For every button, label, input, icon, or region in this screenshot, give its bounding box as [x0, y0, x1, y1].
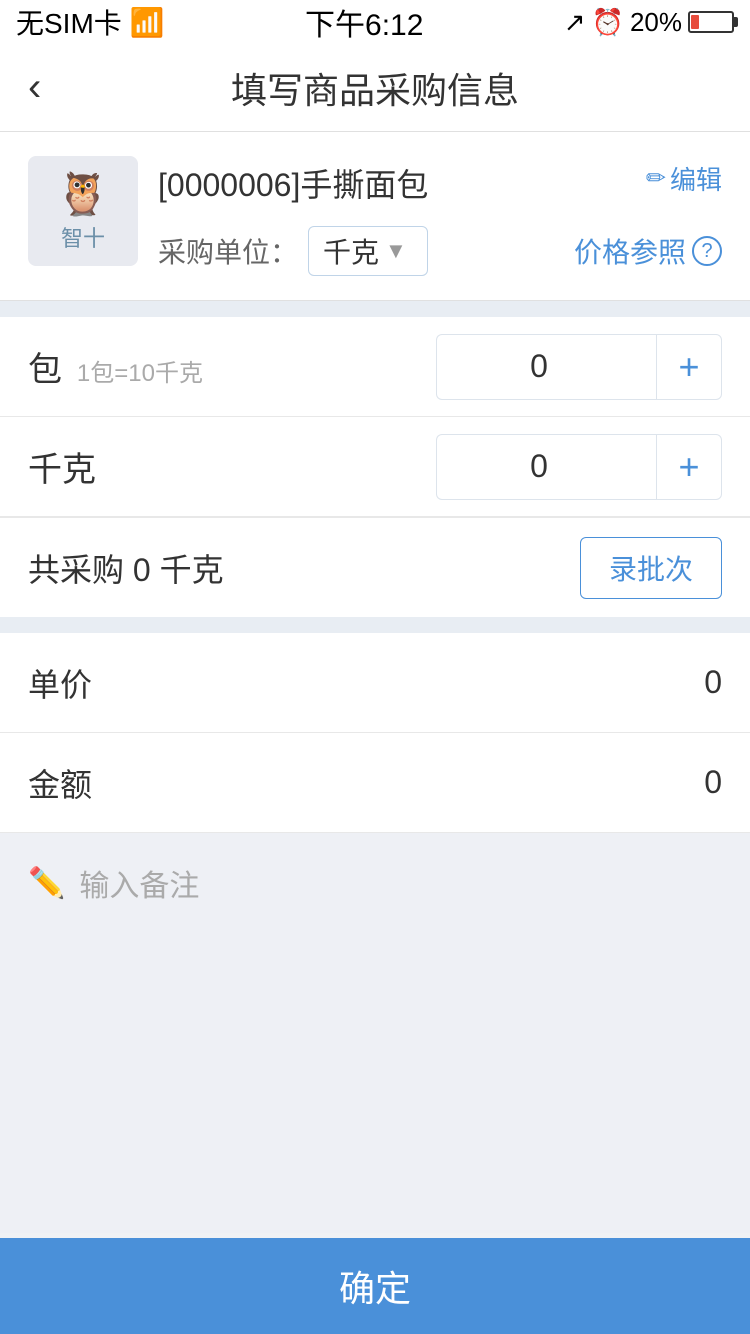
status-bar: 无SIM卡 📶 下午6:12 ↗ ⏰ 20%	[0, 0, 750, 44]
unit-price-row: 单价 0	[0, 633, 750, 733]
status-right: ↗ ⏰ 20%	[564, 7, 734, 38]
product-card: 🦉 智十 [0000006]手撕面包 ✏ 编辑 采购单位： 千克 ▼ 价格参照	[0, 132, 750, 301]
pencil-icon: ✏️	[28, 866, 65, 901]
bag-input-right: +	[436, 334, 722, 400]
input-section: 包 1包=10千克 + 千克 + 共采购 0 千克 录批次	[0, 317, 750, 617]
bag-unit-hint: 1包=10千克	[77, 360, 203, 387]
back-button[interactable]: ‹	[28, 65, 41, 110]
bag-unit-name: 包	[28, 351, 62, 389]
divider-1	[0, 301, 750, 317]
unit-price-label: 单价	[28, 660, 92, 706]
unit-dropdown[interactable]: 千克 ▼	[308, 226, 428, 276]
status-time: 下午6:12	[305, 0, 423, 44]
nav-bar: ‹ 填写商品采购信息	[0, 44, 750, 132]
bag-input-row: 包 1包=10千克 +	[0, 317, 750, 417]
kg-unit-name: 千克	[28, 451, 96, 489]
product-thumbnail: 🦉 智十	[28, 156, 138, 266]
product-unit-row: 采购单位： 千克 ▼ 价格参照 ?	[158, 226, 722, 276]
divider-2	[0, 617, 750, 633]
edit-button[interactable]: ✏ 编辑	[646, 160, 722, 197]
kg-label: 千克	[28, 442, 436, 491]
record-batch-button[interactable]: 录批次	[580, 537, 722, 599]
kg-input-right: +	[436, 434, 722, 500]
total-text: 共采购 0 千克	[28, 545, 224, 591]
brand-label: 智十	[61, 221, 105, 253]
product-header: [0000006]手撕面包 ✏ 编辑	[158, 160, 722, 206]
dropdown-arrow-icon: ▼	[385, 238, 407, 264]
unit-label: 采购单位：	[158, 231, 298, 271]
owl-icon: 🦉	[57, 170, 109, 219]
battery-text: 20%	[630, 7, 682, 38]
battery-fill	[691, 15, 699, 29]
battery-icon	[688, 11, 734, 33]
bag-plus-button[interactable]: +	[656, 334, 722, 400]
remark-section[interactable]: ✏️ 输入备注	[0, 833, 750, 933]
carrier-text: 无SIM卡	[16, 2, 122, 42]
wifi-icon: 📶	[130, 6, 165, 39]
bag-quantity-input[interactable]	[436, 334, 656, 400]
unit-value: 千克	[323, 231, 379, 271]
confirm-button[interactable]: 确定	[0, 1238, 750, 1334]
product-name: [0000006]手撕面包	[158, 160, 428, 206]
status-left: 无SIM卡 📶	[16, 2, 165, 42]
kg-quantity-input[interactable]	[436, 434, 656, 500]
kg-input-row: 千克 +	[0, 417, 750, 517]
bag-label: 包 1包=10千克	[28, 342, 436, 391]
product-info: [0000006]手撕面包 ✏ 编辑 采购单位： 千克 ▼ 价格参照 ?	[158, 156, 722, 276]
remark-placeholder: 输入备注	[79, 861, 199, 905]
help-icon: ?	[692, 236, 722, 266]
total-row: 共采购 0 千克 录批次	[0, 517, 750, 617]
bottom-space	[0, 933, 750, 1233]
amount-label: 金额	[28, 760, 92, 806]
location-icon: ↗	[564, 7, 586, 38]
amount-value: 0	[704, 764, 722, 801]
amount-row: 金额 0	[0, 733, 750, 833]
page-title: 填写商品采购信息	[231, 62, 519, 114]
price-reference-button[interactable]: 价格参照 ?	[574, 231, 722, 271]
alarm-icon: ⏰	[592, 7, 624, 38]
kg-plus-button[interactable]: +	[656, 434, 722, 500]
unit-price-value: 0	[704, 664, 722, 701]
price-section: 单价 0 金额 0	[0, 633, 750, 833]
edit-icon: ✏	[646, 164, 666, 193]
